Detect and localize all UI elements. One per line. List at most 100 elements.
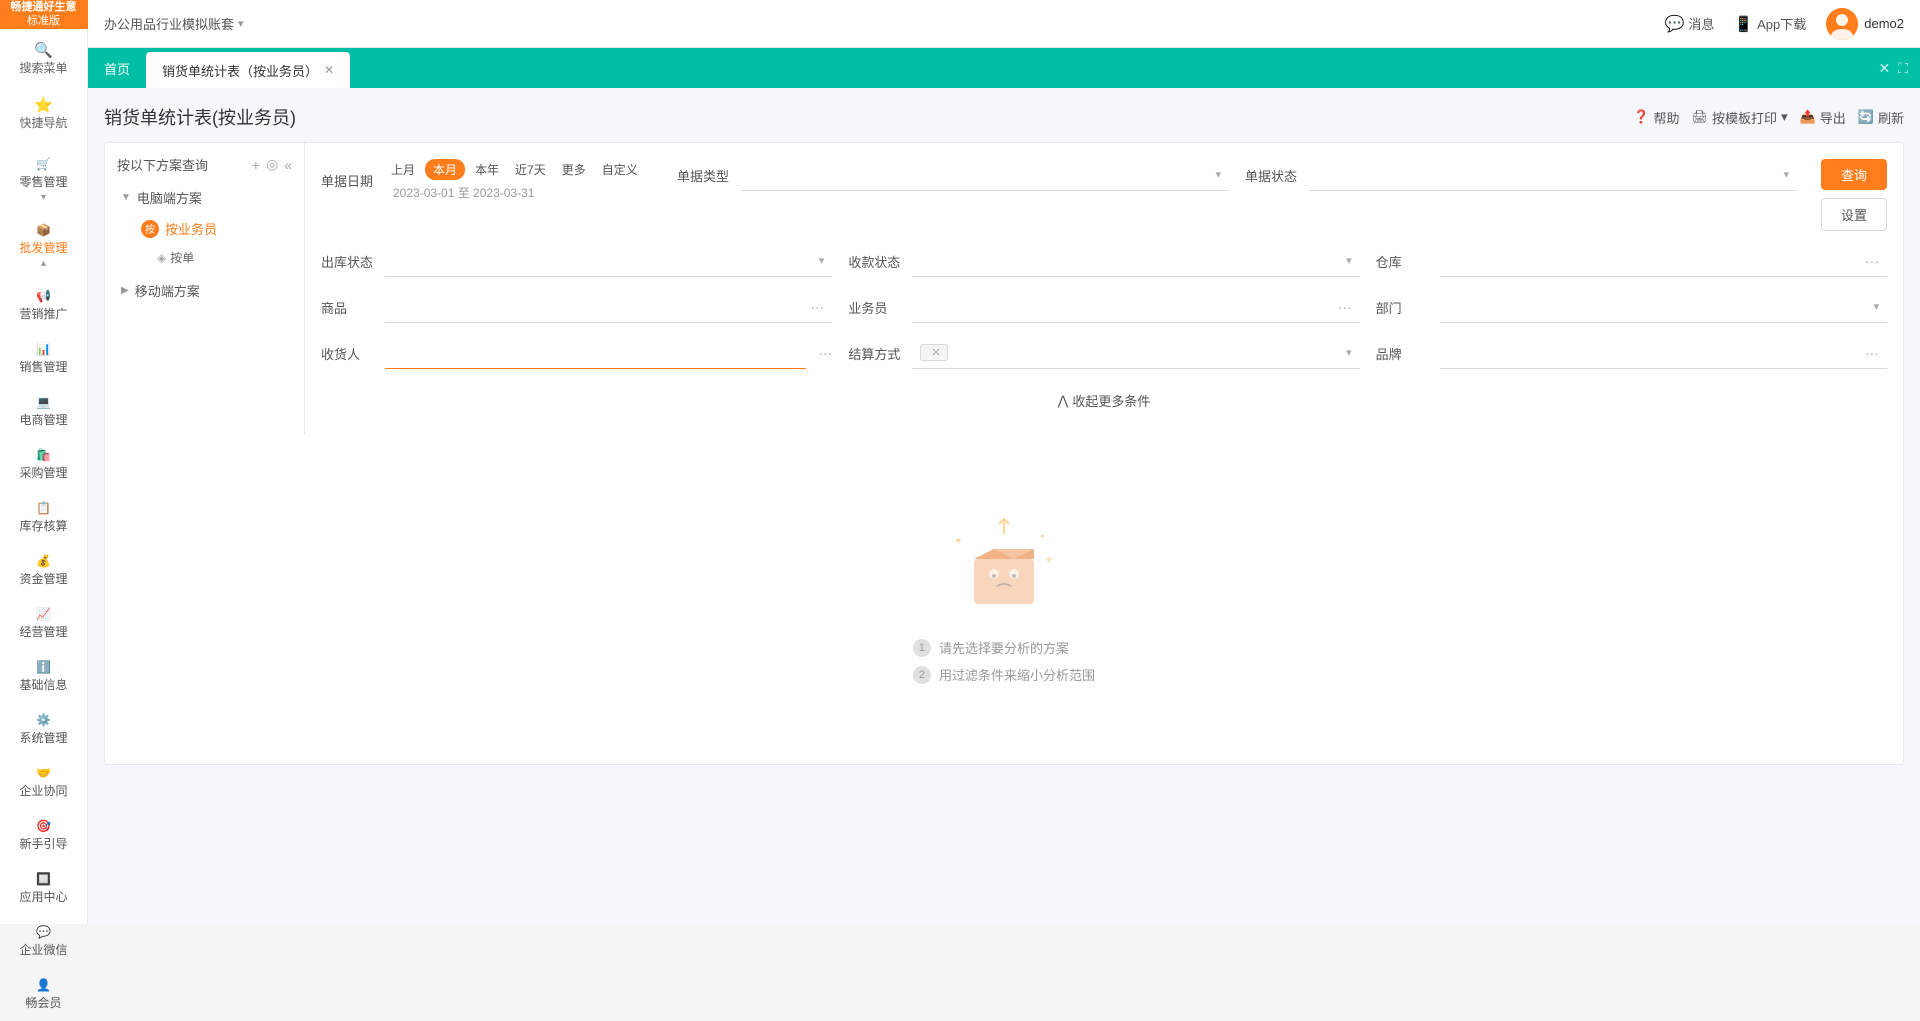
date-tab-7days[interactable]: 近7天 bbox=[509, 159, 552, 180]
tab-sales-stats[interactable]: 销货单统计表（按业务员） ✕ bbox=[146, 52, 350, 88]
export-button[interactable]: 📤 导出 bbox=[1800, 108, 1846, 127]
salesperson-select[interactable]: ··· bbox=[912, 291, 1359, 323]
settlement-tag-remove[interactable]: ✕ bbox=[931, 346, 940, 359]
tab-close-icon[interactable]: ✕ bbox=[324, 63, 334, 77]
maximize-window-button[interactable]: ⛶ bbox=[1898, 60, 1908, 77]
date-tab-custom[interactable]: 自定义 bbox=[596, 159, 644, 180]
page: 销货单统计表(按业务员) ❓ 帮助 🖨 按模板打印 ▾ 📤 导出 bbox=[88, 88, 1920, 781]
tree-subchild-by-order[interactable]: ◈ 按单 bbox=[113, 244, 296, 271]
warehouse-dots[interactable]: ··· bbox=[1865, 253, 1879, 269]
tip-text-2: 用过滤条件来缩小分析范围 bbox=[939, 665, 1095, 684]
date-tab-last-month[interactable]: 上月 bbox=[385, 159, 421, 180]
tree-parent-mobile[interactable]: ▶ 移动端方案 bbox=[113, 275, 296, 306]
sidebar-item-retail[interactable]: 🛒 零售管理 ▾ bbox=[0, 147, 88, 213]
page-header: 销货单统计表(按业务员) ❓ 帮助 🖨 按模板打印 ▾ 📤 导出 bbox=[104, 104, 1904, 130]
settlement-label: 结算方式 bbox=[848, 344, 904, 363]
brand-select[interactable]: ··· bbox=[1440, 337, 1887, 369]
add-scheme-button[interactable]: + bbox=[252, 157, 260, 173]
username-text: demo2 bbox=[1864, 16, 1904, 31]
out-status-select[interactable]: ▾ bbox=[385, 245, 832, 277]
app-name[interactable]: 办公用品行业模拟账套 ▾ bbox=[104, 14, 244, 33]
order-scheme-icon: ◈ bbox=[157, 251, 166, 265]
sidebar-item-wholesale[interactable]: 📦 批发管理 ▴ bbox=[0, 213, 88, 279]
empty-state: ✦ ✦ ✦ 1 请先选择要分析的方案 2 bbox=[105, 434, 1903, 764]
message-label: 消息 bbox=[1688, 14, 1714, 33]
collapse-sidebar-button[interactable]: « bbox=[284, 157, 292, 173]
filter-row-4: 收货人 ··· 结算方式 ✕ bbox=[321, 337, 1887, 369]
sidebar-item-inventory[interactable]: 📋 库存核算 bbox=[0, 491, 88, 544]
date-tab-more[interactable]: 更多 bbox=[556, 159, 592, 180]
sidebar-item-enterprise[interactable]: 🤝 企业协同 bbox=[0, 756, 88, 809]
doc-status-select[interactable]: ▾ bbox=[1309, 159, 1797, 191]
svg-text:✦: ✦ bbox=[954, 536, 962, 547]
refresh-button[interactable]: 🔄 刷新 bbox=[1858, 108, 1904, 127]
help-button[interactable]: ❓ 帮助 bbox=[1633, 108, 1679, 127]
brand-field: 品牌 ··· bbox=[1376, 337, 1887, 369]
sidebar-item-operations[interactable]: 📈 经营管理 bbox=[0, 597, 88, 650]
sidebar-item-ecommerce[interactable]: 💻 电商管理 bbox=[0, 385, 88, 438]
salesperson-dots[interactable]: ··· bbox=[1338, 299, 1352, 315]
settings-button[interactable]: 设置 bbox=[1821, 198, 1887, 231]
app-download-button[interactable]: 📱 App下载 bbox=[1734, 14, 1806, 33]
tree-parent-desktop[interactable]: ▼ 电脑端方案 bbox=[113, 182, 296, 213]
sidebar-item-marketing[interactable]: 📢 营销推广 bbox=[0, 279, 88, 332]
tab-home[interactable]: 首页 bbox=[88, 48, 146, 88]
settlement-select[interactable]: ✕ ▾ bbox=[912, 337, 1359, 369]
sidebar-item-system[interactable]: ⚙️ 系统管理 bbox=[0, 703, 88, 756]
topbar-right: 💬 消息 📱 App下载 demo2 bbox=[1664, 8, 1904, 40]
warehouse-select[interactable]: ··· bbox=[1440, 245, 1887, 277]
goods-select[interactable]: ··· bbox=[385, 291, 832, 323]
sidebar-item-membership[interactable]: 👤 畅会员 bbox=[0, 968, 88, 1021]
query-button[interactable]: 查询 bbox=[1821, 159, 1887, 190]
filter-tree: ▼ 电脑端方案 按 按业务员 ◈ 按单 bbox=[105, 182, 304, 306]
message-button[interactable]: 💬 消息 bbox=[1664, 14, 1714, 34]
sidebar-item-search[interactable]: 🔍 搜索菜单 bbox=[19, 29, 67, 84]
edit-scheme-button[interactable]: ◎ bbox=[266, 156, 278, 173]
salesperson-label: 业务员 bbox=[848, 298, 904, 317]
empty-tips: 1 请先选择要分析的方案 2 用过滤条件来缩小分析范围 bbox=[913, 638, 1095, 684]
tree-group-mobile: ▶ 移动端方案 bbox=[113, 275, 296, 306]
sidebar-item-wechat[interactable]: 💬 企业微信 bbox=[0, 915, 88, 968]
doc-type-dropdown-icon: ▾ bbox=[1215, 168, 1221, 181]
main-area: 办公用品行业模拟账套 ▾ 💬 消息 📱 App下载 de bbox=[88, 0, 1920, 924]
filter-sidebar-header: 按以下方案查询 + ◎ « bbox=[105, 155, 304, 182]
print-button[interactable]: 🖨 按模板打印 ▾ bbox=[1692, 108, 1788, 127]
doc-type-select[interactable]: ▾ bbox=[741, 159, 1229, 191]
receipt-status-select[interactable]: ▾ bbox=[912, 245, 1359, 277]
sidebar-item-purchase[interactable]: 🛍️ 采购管理 bbox=[0, 438, 88, 491]
collapse-button[interactable]: ⋀ 收起更多条件 bbox=[1058, 391, 1151, 410]
dept-select[interactable]: ▾ bbox=[1440, 291, 1887, 323]
sidebar-item-finance[interactable]: 💰 资金管理 bbox=[0, 544, 88, 597]
goods-dots[interactable]: ··· bbox=[810, 299, 824, 315]
brand-dots[interactable]: ··· bbox=[1865, 345, 1879, 361]
tree-child-by-salesperson[interactable]: 按 按业务员 bbox=[113, 213, 296, 244]
empty-tip-1: 1 请先选择要分析的方案 bbox=[913, 638, 1095, 657]
receiver-dots[interactable]: ··· bbox=[818, 345, 832, 361]
user-menu[interactable]: demo2 bbox=[1826, 8, 1904, 40]
empty-illustration: ✦ ✦ ✦ bbox=[944, 514, 1064, 614]
sidebar-item-basic-info[interactable]: ℹ️ 基础信息 bbox=[0, 650, 88, 703]
filter-sidebar: 按以下方案查询 + ◎ « ▼ 电脑端方案 bbox=[105, 143, 305, 434]
date-tab-this-month[interactable]: 本月 bbox=[425, 159, 465, 180]
sidebar-item-app-center[interactable]: 🔲 应用中心 bbox=[0, 862, 88, 915]
sidebar-item-shortcuts[interactable]: ⭐ 快捷导航 bbox=[19, 84, 67, 139]
tree-group-desktop: ▼ 电脑端方案 按 按业务员 ◈ 按单 bbox=[113, 182, 296, 271]
receipt-status-label: 收款状态 bbox=[848, 252, 904, 271]
dept-dropdown-icon: ▾ bbox=[1873, 300, 1879, 313]
close-window-button[interactable]: ✕ bbox=[1878, 60, 1890, 77]
svg-text:✦: ✦ bbox=[1039, 532, 1046, 541]
filter-sidebar-title: 按以下方案查询 bbox=[117, 155, 208, 174]
sidebar-item-sales[interactable]: 📊 销售管理 bbox=[0, 332, 88, 385]
receiver-input[interactable] bbox=[385, 337, 806, 369]
brand-label: 品牌 bbox=[1376, 344, 1432, 363]
tree-expand-icon: ▼ bbox=[121, 192, 131, 203]
date-tab-this-year[interactable]: 本年 bbox=[469, 159, 505, 180]
settlement-dropdown-icon: ▾ bbox=[1346, 346, 1352, 359]
export-icon: 📤 bbox=[1800, 109, 1816, 125]
goods-field: 商品 ··· bbox=[321, 291, 832, 323]
sidebar-item-guide[interactable]: 🎯 新手引导 bbox=[0, 809, 88, 862]
out-status-dropdown-icon: ▾ bbox=[819, 254, 825, 267]
avatar bbox=[1826, 8, 1858, 40]
tab-sales-stats-label: 销货单统计表（按业务员） bbox=[162, 61, 318, 80]
tabbar: 首页 销货单统计表（按业务员） ✕ ✕ ⛶ bbox=[88, 48, 1920, 88]
